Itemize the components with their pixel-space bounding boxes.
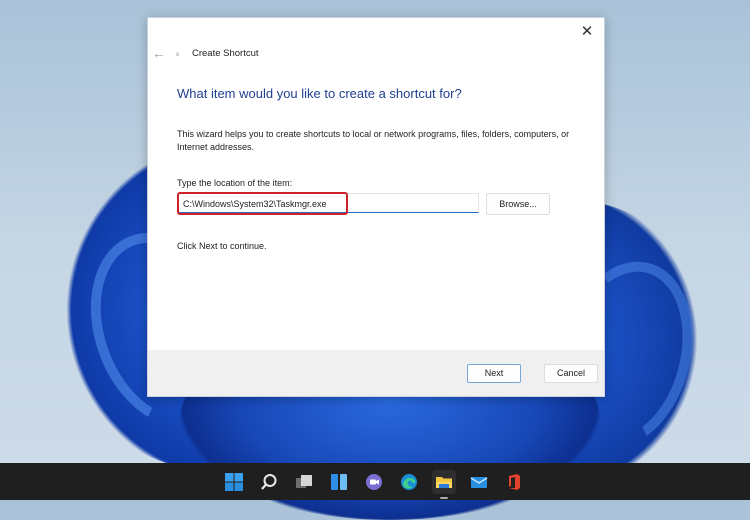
next-button[interactable]: Next [467, 364, 521, 383]
mail-icon[interactable] [467, 470, 491, 494]
browse-button[interactable]: Browse... [486, 193, 550, 215]
cancel-button[interactable]: Cancel [544, 364, 598, 383]
shortcut-wizard-icon: x [176, 52, 179, 58]
location-input[interactable]: C:\Windows\System32\Taskmgr.exe [177, 193, 479, 213]
start-icon[interactable] [222, 470, 246, 494]
create-shortcut-dialog: ✕ ← x Create Shortcut What item would yo… [147, 17, 605, 397]
edge-icon[interactable] [397, 470, 421, 494]
taskbar [0, 463, 750, 500]
file-explorer-icon[interactable] [432, 469, 456, 499]
dialog-footer: Next Cancel [148, 350, 604, 396]
wizard-description: This wizard helps you to create shortcut… [177, 129, 570, 152]
dialog-title: Create Shortcut [192, 48, 259, 59]
widgets-icon[interactable] [327, 470, 351, 494]
page-heading: What item would you like to create a sho… [177, 86, 462, 101]
search-icon[interactable] [257, 470, 281, 494]
task-view-icon[interactable] [292, 470, 316, 494]
teams-chat-icon[interactable] [362, 470, 386, 494]
close-icon: ✕ [580, 23, 594, 40]
back-button[interactable]: ← [152, 45, 166, 61]
close-button[interactable]: ✕ [576, 22, 598, 42]
location-label: Type the location of the item: [177, 178, 293, 188]
continue-instruction: Click Next to continue. [177, 241, 267, 251]
back-arrow-icon: ← [152, 45, 166, 61]
office-icon[interactable] [502, 470, 526, 494]
